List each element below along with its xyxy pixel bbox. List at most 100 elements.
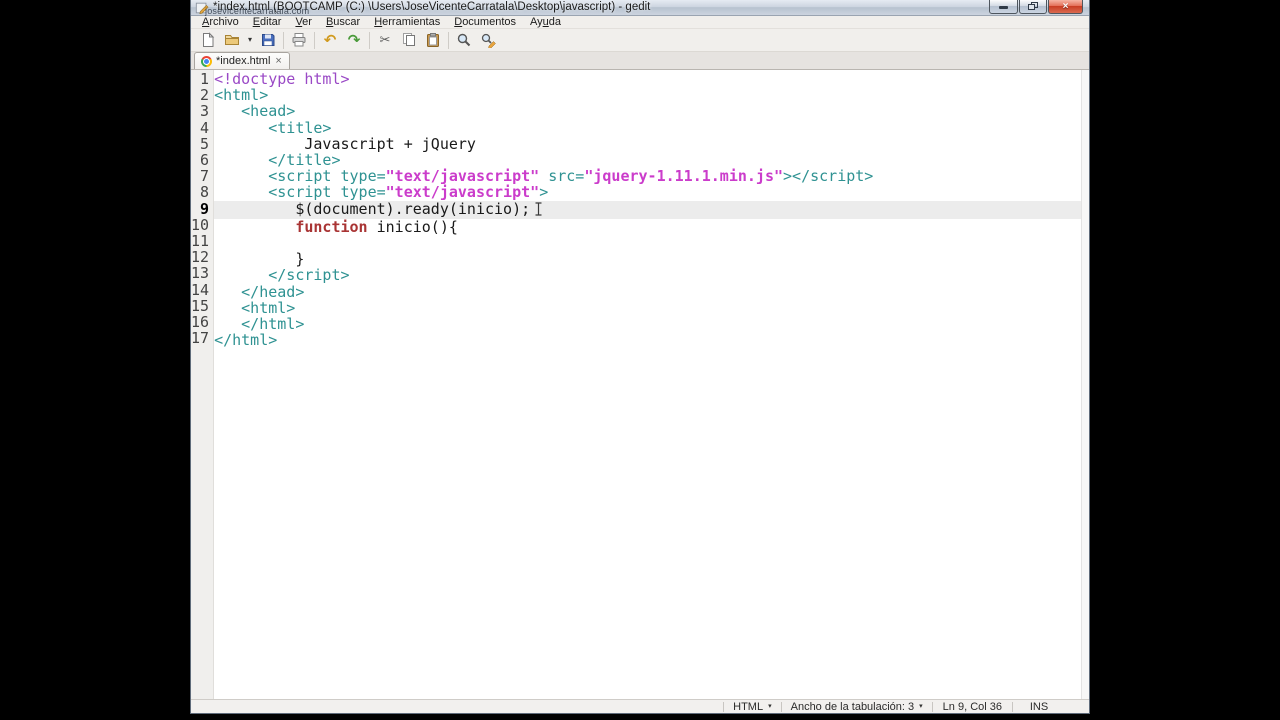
window-controls: × [988,0,1083,14]
tab-width-selector[interactable]: Ancho de la tabulación: 3 ▾ [782,701,932,713]
find-replace-icon [481,33,496,48]
line-number: 17 [191,329,210,348]
menu-item-archivo[interactable]: Archivo [195,16,246,29]
code-line: $(document).ready(inicio); [214,201,1081,219]
toolbar-open-button[interactable] [220,30,244,51]
menu-item-herramientas[interactable]: Herramientas [367,16,447,29]
toolbar-redo-button[interactable]: ↷ [342,30,366,51]
menu-item-buscar[interactable]: Buscar [319,16,367,29]
html-file-icon [201,55,212,67]
toolbar-paste-button[interactable] [421,30,445,51]
code-line: <script type="text/javascript"> [268,183,549,202]
minimize-icon [999,6,1008,9]
print-icon [292,33,306,47]
line-number: 15 [191,296,210,315]
line-number: 8 [200,183,210,202]
tab-close-icon[interactable]: × [274,55,282,67]
toolbar-save-button[interactable] [256,30,280,51]
toolbar-print-button[interactable] [287,30,311,51]
line-numbers: 1 2 3 4 5 6 7 8 9 10 11 12 13 14 15 16 17 [191,70,215,699]
toolbar-separator [448,31,449,49]
menu-item-documentos[interactable]: Documentos [447,16,523,29]
toolbar-find-button[interactable] [452,30,476,51]
code-line: <script type="text/javascript" src="jque… [268,167,874,186]
code-line: </html> [241,315,305,334]
paste-clipboard-icon [427,33,439,47]
line-number: 1 [200,70,210,88]
line-number: 16 [191,313,210,332]
code-line: </html> [214,331,278,350]
redo-icon: ↷ [347,30,361,49]
line-number: 11 [191,232,210,251]
code-line: <!doctype html> [214,70,350,88]
tab-width-label: Ancho de la tabulación: 3 [790,700,915,713]
code-line: Javascript + jQuery [214,134,476,153]
toolbar-copy-button[interactable] [397,30,421,51]
menu-bar: Archivo Editar Ver Buscar Herramientas D… [191,16,1089,29]
title-bar[interactable]: *index.html (BOOTCAMP (C:) \Users\JoseVi… [191,0,1089,16]
cursor-position: Ln 9, Col 36 [942,700,1002,713]
line-number: 12 [191,248,210,267]
save-icon [262,34,275,46]
tab-label: *index.html [216,55,271,67]
line-number: 9 [200,199,210,218]
restore-icon [1027,2,1038,10]
language-selector[interactable]: HTML ▾ [724,701,780,713]
code-line: </script> [268,266,350,285]
vertical-scrollbar[interactable] [1081,70,1089,699]
code-line: <html> [241,298,296,317]
toolbar-separator [369,31,370,49]
restore-button[interactable] [1019,0,1047,14]
toolbar-cut-button[interactable]: ✂ [373,30,397,51]
editor-area: 1 2 3 4 5 6 7 8 9 10 11 12 13 14 15 16 17 <!doctype html… [191,70,1089,699]
code-line: <head> [241,102,296,121]
close-icon: × [1062,0,1069,12]
toolbar-new-button[interactable] [196,30,220,51]
menu-item-ver[interactable]: Ver [288,16,319,29]
line-number: 7 [200,167,210,186]
chevron-down-icon: ▾ [247,35,252,44]
toolbar-undo-button[interactable]: ↶ [318,30,342,51]
ibeam-cursor-icon [534,202,543,219]
search-icon [457,33,471,47]
status-bar: HTML ▾ Ancho de la tabulación: 3 ▾ Ln 9,… [191,699,1089,713]
minimize-button[interactable] [989,0,1018,14]
line-number: 6 [200,151,210,170]
code-line: function inicio(){ [295,217,458,236]
line-number: 4 [200,118,210,137]
dropdown-caret-icon: ▾ [919,703,923,710]
line-number: 10 [191,215,210,234]
code-line: </title> [268,151,341,170]
toolbar-replace-button[interactable] [476,30,500,51]
tab-bar: *index.html × [191,52,1089,70]
gedit-window: *index.html (BOOTCAMP (C:) \Users\JoseVi… [190,0,1090,714]
open-folder-icon [225,35,239,45]
new-document-icon [203,32,215,47]
menu-item-editar[interactable]: Editar [246,16,289,29]
copy-icon [403,33,415,46]
toolbar-open-dropdown[interactable]: ▾ [244,30,256,51]
toolbar-separator [314,31,315,49]
cut-scissors-icon: ✂ [379,32,391,48]
watermark-text: josevicentecarratala.com [205,6,310,16]
menu-item-ayuda[interactable]: Ayuda [523,16,568,29]
tab-index-html[interactable]: *index.html × [194,52,290,69]
line-number: 13 [191,264,210,283]
code-line: <html> [214,86,269,105]
code-line: } [214,250,305,269]
line-number: 2 [200,86,210,105]
toolbar-separator [283,31,284,49]
code-line: </head> [241,282,305,301]
code-line: <title> [268,118,332,137]
screen: *index.html (BOOTCAMP (C:) \Users\JoseVi… [0,0,1280,720]
line-number: 3 [200,102,210,121]
line-number: 14 [191,280,210,299]
insert-mode-indicator: INS [1029,700,1049,713]
code-lines[interactable]: <!doctype html> <html> <head> <title> Jav… [214,70,1081,699]
toolbar: ▾ ↶ ↷ ✂ [191,29,1089,52]
dropdown-caret-icon: ▾ [768,703,772,710]
language-label: HTML [733,700,764,713]
line-number: 5 [200,134,210,153]
close-button[interactable]: × [1048,0,1083,14]
